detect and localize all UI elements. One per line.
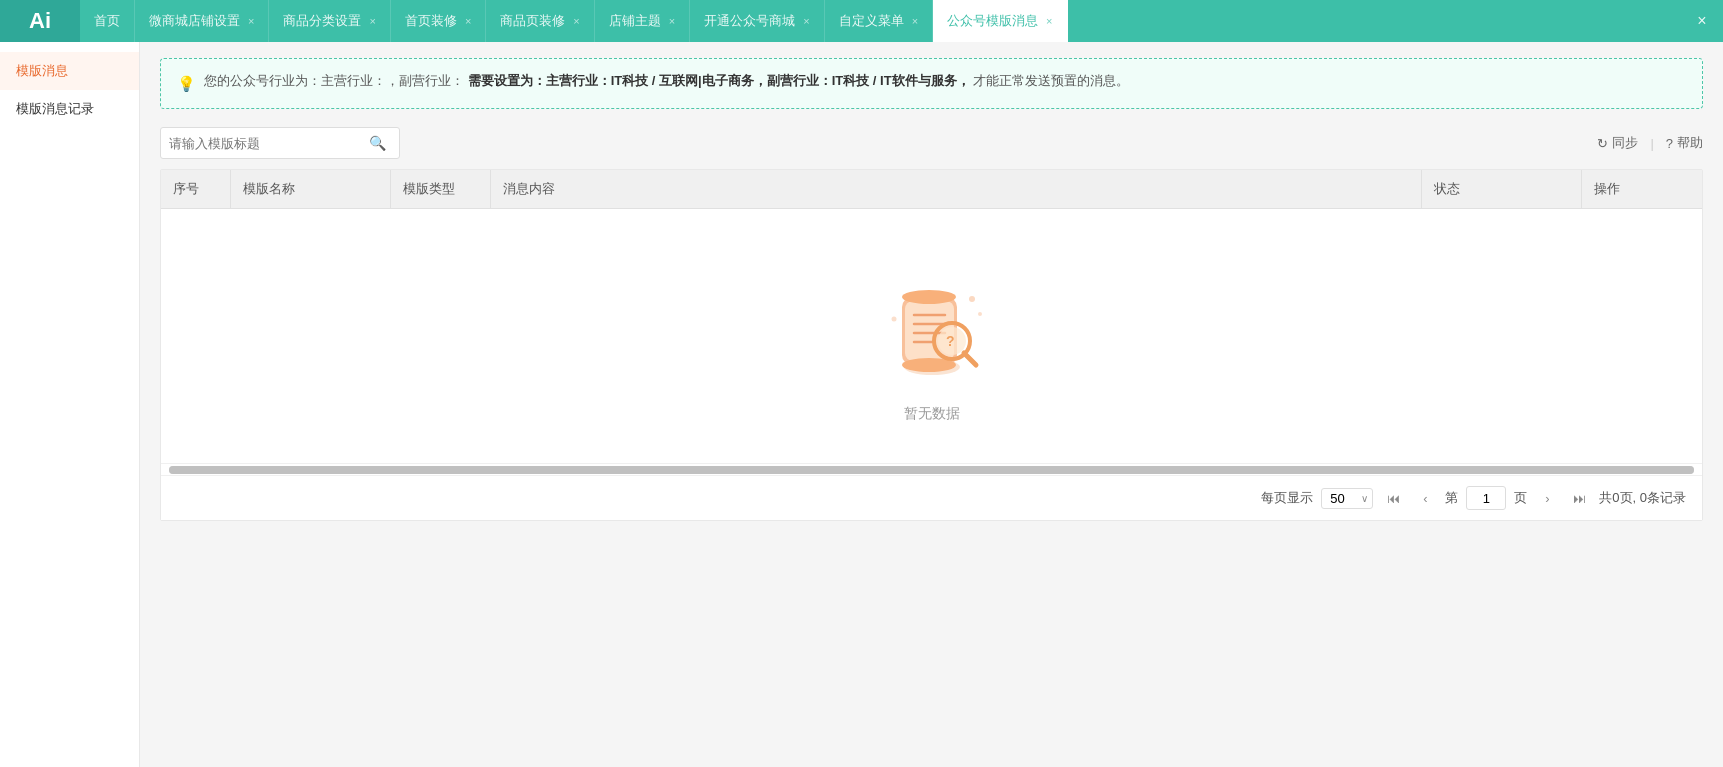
page-label: 页 (1514, 489, 1527, 507)
notice-banner: 💡 您的公众号行业为：主营行业：，副营行业： 需要设置为：主营行业：IT科技 /… (160, 58, 1703, 109)
content-area: 💡 您的公众号行业为：主营行业：，副营行业： 需要设置为：主营行业：IT科技 /… (140, 42, 1723, 767)
search-button[interactable]: 🔍 (369, 135, 386, 151)
table-column-header: 模版类型 (391, 170, 491, 208)
tab-close-button[interactable]: × (248, 15, 254, 27)
sidebar: 模版消息模版消息记录 (0, 42, 140, 767)
nav-tab[interactable]: 商品页装修 × (486, 0, 594, 42)
sync-icon: ↻ (1597, 136, 1608, 151)
nav-tab-label: 店铺主题 (609, 12, 661, 30)
nav-tab-label: 首页 (94, 12, 120, 30)
tab-close-button[interactable]: × (465, 15, 471, 27)
page-size-select[interactable]: 50 20 100 (1321, 488, 1373, 509)
search-input[interactable] (169, 136, 369, 151)
empty-state: ? 暂无数据 (161, 209, 1702, 463)
scroll-track[interactable] (169, 466, 1694, 474)
toolbar-right: ↻ 同步 | ? 帮助 (1597, 134, 1703, 152)
help-button[interactable]: ? 帮助 (1666, 134, 1703, 152)
nav-tab-label: 微商城店铺设置 (149, 12, 240, 30)
svg-point-7 (902, 290, 956, 304)
nav-tab-label: 自定义菜单 (839, 12, 904, 30)
main-layout: 模版消息模版消息记录 💡 您的公众号行业为：主营行业：，副营行业： 需要设置为：… (0, 42, 1723, 767)
table-column-header: 序号 (161, 170, 231, 208)
nav-tab[interactable]: 公众号模版消息 × (933, 0, 1067, 42)
empty-text: 暂无数据 (904, 405, 960, 423)
sync-button[interactable]: ↻ 同步 (1597, 134, 1638, 152)
svg-point-14 (978, 312, 982, 316)
tab-close-button[interactable]: × (803, 15, 809, 27)
nav-tab-label: 商品页装修 (500, 12, 565, 30)
notice-icon: 💡 (177, 72, 196, 96)
scroll-bar[interactable] (161, 463, 1702, 475)
table-column-header: 操作 (1582, 170, 1702, 208)
svg-line-11 (964, 353, 976, 365)
app-logo: Ai (0, 0, 80, 42)
scroll-thumb[interactable] (169, 466, 1694, 474)
top-nav: Ai 首页微商城店铺设置×商品分类设置×首页装修×商品页装修×店铺主题×开通公众… (0, 0, 1723, 42)
table-column-header: 状态 (1422, 170, 1582, 208)
nav-tab[interactable]: 商品分类设置 × (269, 0, 390, 42)
sidebar-item[interactable]: 模版消息 (0, 52, 139, 90)
table-column-header: 模版名称 (231, 170, 391, 208)
next-page-button[interactable]: › (1535, 486, 1559, 510)
help-icon: ? (1666, 136, 1673, 151)
tab-close-button[interactable]: × (669, 15, 675, 27)
tab-close-button[interactable]: × (1046, 15, 1052, 27)
tab-close-button[interactable]: × (912, 15, 918, 27)
nav-tab[interactable]: 自定义菜单 × (825, 0, 933, 42)
nav-tab-label: 开通公众号商城 (704, 12, 795, 30)
page-di-label: 第 (1445, 489, 1458, 507)
first-page-button[interactable]: ⏮ (1381, 486, 1405, 510)
nav-tab[interactable]: 首页装修 × (391, 0, 486, 42)
tab-close-button[interactable]: × (573, 15, 579, 27)
data-table: 序号模版名称模版类型消息内容状态操作 (160, 169, 1703, 521)
page-input[interactable] (1466, 486, 1506, 510)
empty-illustration: ? (872, 269, 992, 389)
notice-text: 您的公众号行业为：主营行业：，副营行业： 需要设置为：主营行业：IT科技 / 互… (204, 71, 1129, 92)
page-size-label: 每页显示 (1261, 489, 1313, 507)
table-column-header: 消息内容 (491, 170, 1422, 208)
nav-tab[interactable]: 微商城店铺设置 × (135, 0, 269, 42)
pagination: 每页显示 50 20 100 ⏮ ‹ 第 页 › ⏭ 共0页, 0条记录 (161, 475, 1702, 520)
sidebar-item[interactable]: 模版消息记录 (0, 90, 139, 128)
nav-tabs: 首页微商城店铺设置×商品分类设置×首页装修×商品页装修×店铺主题×开通公众号商城… (80, 0, 1681, 42)
page-size-select-wrap[interactable]: 50 20 100 (1321, 488, 1373, 509)
toolbar-divider: | (1650, 136, 1653, 151)
search-bar: 🔍 ↻ 同步 | ? 帮助 (160, 127, 1703, 159)
nav-tab-label: 公众号模版消息 (947, 12, 1038, 30)
svg-point-13 (969, 296, 975, 302)
total-text: 共0页, 0条记录 (1599, 489, 1686, 507)
svg-text:?: ? (946, 333, 955, 349)
svg-point-15 (891, 317, 896, 322)
search-input-wrap: 🔍 (160, 127, 400, 159)
nav-tab-label: 商品分类设置 (283, 12, 361, 30)
last-page-button[interactable]: ⏭ (1567, 486, 1591, 510)
nav-tab[interactable]: 开通公众号商城 × (690, 0, 824, 42)
prev-page-button[interactable]: ‹ (1413, 486, 1437, 510)
nav-tab-label: 首页装修 (405, 12, 457, 30)
close-all-button[interactable]: × (1681, 0, 1723, 42)
nav-tab[interactable]: 首页 (80, 0, 135, 42)
tab-close-button[interactable]: × (369, 15, 375, 27)
table-header: 序号模版名称模版类型消息内容状态操作 (161, 170, 1702, 209)
nav-tab[interactable]: 店铺主题 × (595, 0, 690, 42)
